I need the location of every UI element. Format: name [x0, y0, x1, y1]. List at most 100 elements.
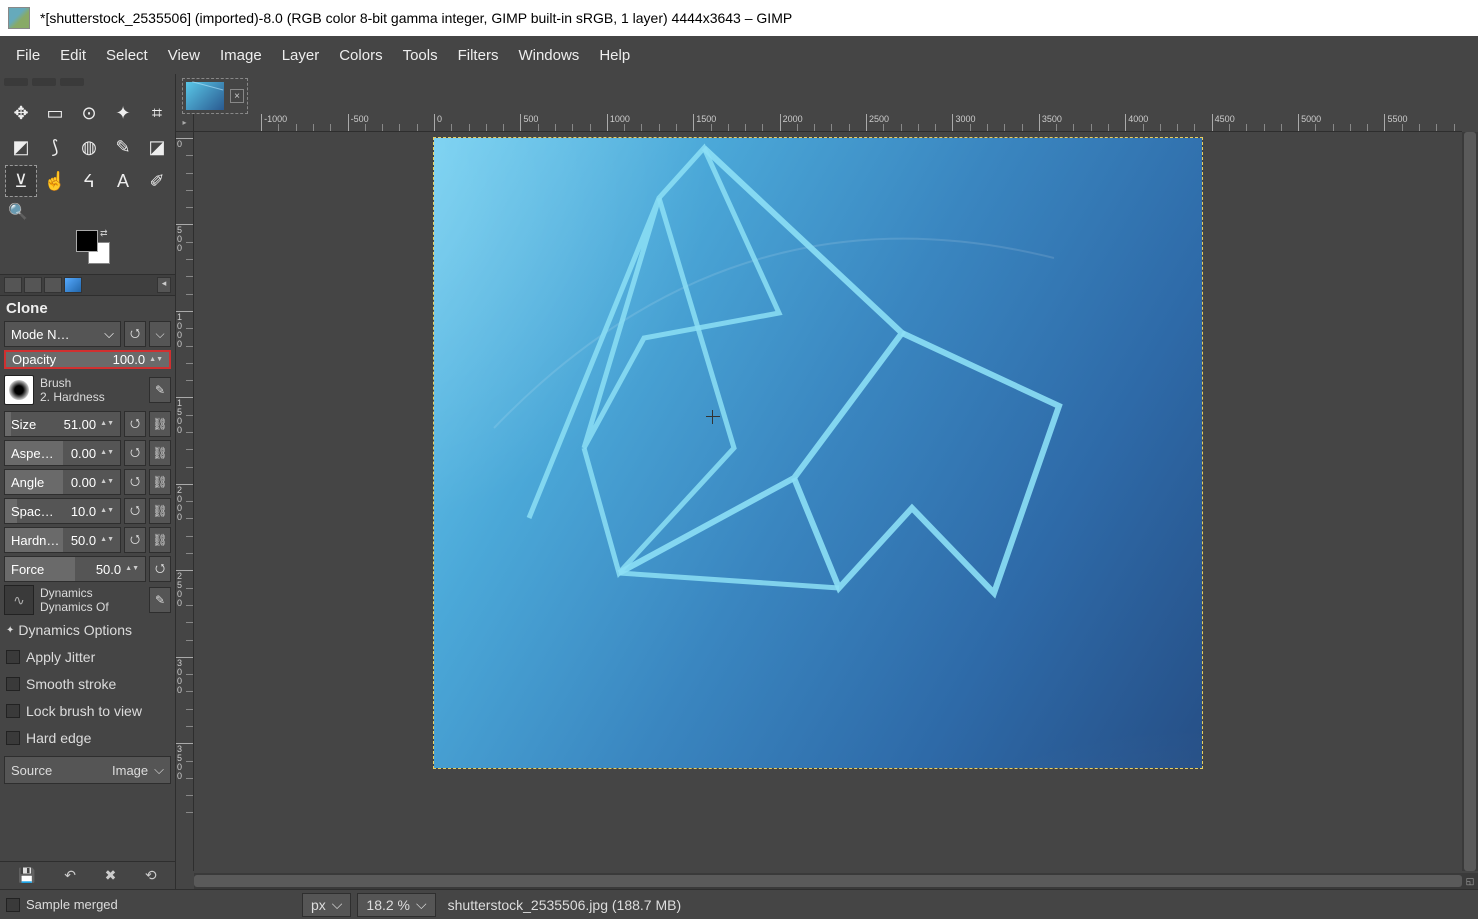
menu-select[interactable]: Select [96, 41, 158, 70]
tool-fuzzy-select[interactable]: ✦ [108, 98, 138, 128]
aspect-slider[interactable]: Aspe…0.00▲▼ [4, 440, 121, 466]
unit-dropdown[interactable]: px⌵ [302, 893, 351, 917]
sample-merged-checkbox[interactable]: Sample merged [6, 897, 118, 912]
spacing-reset-button[interactable]: ⭯ [124, 498, 146, 524]
toolbox-indicator [4, 78, 171, 90]
horizontal-ruler[interactable]: -1000-5000500100015002000250030003500400… [194, 114, 1462, 132]
tool-transform[interactable]: ◩ [6, 132, 36, 162]
menu-file[interactable]: File [6, 41, 50, 70]
menu-help[interactable]: Help [589, 41, 640, 70]
dock-tabs: ◂ [0, 274, 175, 296]
horizontal-scrollbar[interactable] [194, 873, 1462, 889]
tool-rect-select[interactable]: ▭ [40, 98, 70, 128]
brush-edit-button[interactable]: ✎ [149, 377, 171, 403]
tool-path[interactable]: ᔦ [74, 166, 104, 196]
dynamics-edit-button[interactable]: ✎ [149, 587, 171, 613]
spacing-slider[interactable]: Spac…10.0▲▼ [4, 498, 121, 524]
dock-tab-tool-options[interactable] [4, 277, 22, 293]
size-link-button[interactable]: ⛓ [149, 411, 171, 437]
brush-name: 2. Hardness [40, 390, 143, 404]
hardness-link-button[interactable]: ⛓ [149, 527, 171, 553]
mode-menu-button[interactable]: ⌵ [149, 321, 171, 347]
image-tab[interactable]: × [182, 78, 248, 114]
aspect-link-button[interactable]: ⛓ [149, 440, 171, 466]
reset-preset-icon[interactable]: ⟲ [145, 867, 157, 884]
window-titlebar: *[shutterstock_2535506] (imported)-8.0 (… [0, 0, 1478, 36]
app-icon [8, 7, 30, 29]
tool-crop[interactable]: ⌗ [142, 98, 172, 128]
dock-tab-images[interactable] [64, 277, 82, 293]
delete-preset-icon[interactable]: ✖ [105, 867, 117, 884]
tool-color-picker[interactable]: ✐ [142, 166, 172, 196]
hardness-reset-button[interactable]: ⭯ [124, 527, 146, 553]
tool-clone[interactable]: ⊻ [6, 166, 36, 196]
tool-warp[interactable]: ⟆ [40, 132, 70, 162]
hardness-slider[interactable]: Hardn…50.0▲▼ [4, 527, 121, 553]
color-swatches: ⇄ [4, 226, 171, 270]
mode-reset-button[interactable]: ⭯ [124, 321, 146, 347]
tool-options-title: Clone [0, 296, 175, 321]
ruler-corner[interactable]: ▸ [176, 114, 194, 132]
tool-move[interactable]: ✥ [6, 98, 36, 128]
vertical-ruler[interactable]: 0500100015002000250030003500 [176, 132, 194, 871]
menu-tools[interactable]: Tools [393, 41, 448, 70]
vertical-scrollbar[interactable] [1462, 132, 1478, 871]
canvas-image[interactable] [434, 138, 1202, 768]
dynamics-label: Dynamics [40, 586, 143, 600]
dock-tab-device[interactable] [24, 277, 42, 293]
size-reset-button[interactable]: ⭯ [124, 411, 146, 437]
image-tabs: × [176, 74, 1478, 114]
tool-text[interactable]: A [108, 166, 138, 196]
menu-colors[interactable]: Colors [329, 41, 392, 70]
tool-free-select[interactable]: ⊙ [74, 98, 104, 128]
image-tab-thumbnail [186, 82, 224, 110]
spacing-link-button[interactable]: ⛓ [149, 498, 171, 524]
dynamics-options-expander[interactable]: ✦Dynamics Options [4, 618, 171, 642]
tool-eraser[interactable]: ◪ [142, 132, 172, 162]
angle-link-button[interactable]: ⛓ [149, 469, 171, 495]
apply-jitter-checkbox[interactable]: Apply Jitter [4, 645, 171, 669]
menu-filters[interactable]: Filters [448, 41, 509, 70]
angle-reset-button[interactable]: ⭯ [124, 469, 146, 495]
mode-dropdown[interactable]: Mode N… ⌵ [4, 321, 121, 347]
menu-edit[interactable]: Edit [50, 41, 96, 70]
canvas-area: × ▸ -1000-500050010001500200025003000350… [176, 74, 1478, 889]
menu-image[interactable]: Image [210, 41, 272, 70]
save-preset-icon[interactable]: 💾 [18, 867, 35, 884]
viewport[interactable] [194, 132, 1462, 871]
dynamics-name: Dynamics Of [40, 600, 143, 614]
dynamics-preview[interactable]: ∿ [4, 585, 34, 615]
left-panel: ✥ ▭ ⊙ ✦ ⌗ ◩ ⟆ ◍ ✎ ◪ ⊻ ☝ ᔦ A ✐ 🔍 ⇄ [0, 74, 176, 889]
dock-tab-menu[interactable]: ◂ [157, 277, 171, 293]
toolbox: ✥ ▭ ⊙ ✦ ⌗ ◩ ⟆ ◍ ✎ ◪ ⊻ ☝ ᔦ A ✐ 🔍 ⇄ [0, 74, 175, 274]
aspect-reset-button[interactable]: ⭯ [124, 440, 146, 466]
angle-slider[interactable]: Angle0.00▲▼ [4, 469, 121, 495]
tool-options-bottom-bar: 💾 ↶ ✖ ⟲ [0, 861, 175, 889]
brush-preview[interactable] [4, 375, 34, 405]
menu-layer[interactable]: Layer [272, 41, 330, 70]
force-slider[interactable]: Force50.0▲▼ [4, 556, 146, 582]
swap-colors-icon[interactable]: ⇄ [100, 228, 108, 239]
nav-corner-icon[interactable]: ◱ [1462, 873, 1478, 889]
tool-bucket[interactable]: ◍ [74, 132, 104, 162]
size-slider[interactable]: Size51.00▲▼ [4, 411, 121, 437]
source-dropdown[interactable]: Source Image⌵ [4, 756, 171, 784]
tool-zoom[interactable]: 🔍 [8, 202, 167, 222]
foreground-color[interactable] [76, 230, 98, 252]
tool-smudge[interactable]: ☝ [40, 166, 70, 196]
clone-cursor-icon [706, 410, 720, 424]
restore-preset-icon[interactable]: ↶ [64, 867, 76, 884]
tool-paintbrush[interactable]: ✎ [108, 132, 138, 162]
zoom-dropdown[interactable]: 18.2 %⌵ [357, 893, 435, 917]
force-reset-button[interactable]: ⭯ [149, 556, 171, 582]
opacity-slider[interactable]: Opacity 100.0▲▼ [4, 350, 171, 369]
menu-windows[interactable]: Windows [508, 41, 589, 70]
hard-edge-checkbox[interactable]: Hard edge [4, 726, 171, 750]
tool-options: Mode N… ⌵ ⭯ ⌵ Opacity 100.0▲▼ Brush 2. H… [0, 321, 175, 788]
smooth-stroke-checkbox[interactable]: Smooth stroke [4, 672, 171, 696]
lock-brush-checkbox[interactable]: Lock brush to view [4, 699, 171, 723]
close-tab-icon[interactable]: × [230, 89, 244, 103]
dock-tab-undo[interactable] [44, 277, 62, 293]
menu-view[interactable]: View [158, 41, 210, 70]
statusbar: px⌵ 18.2 %⌵ shutterstock_2535506.jpg (18… [0, 889, 1478, 919]
